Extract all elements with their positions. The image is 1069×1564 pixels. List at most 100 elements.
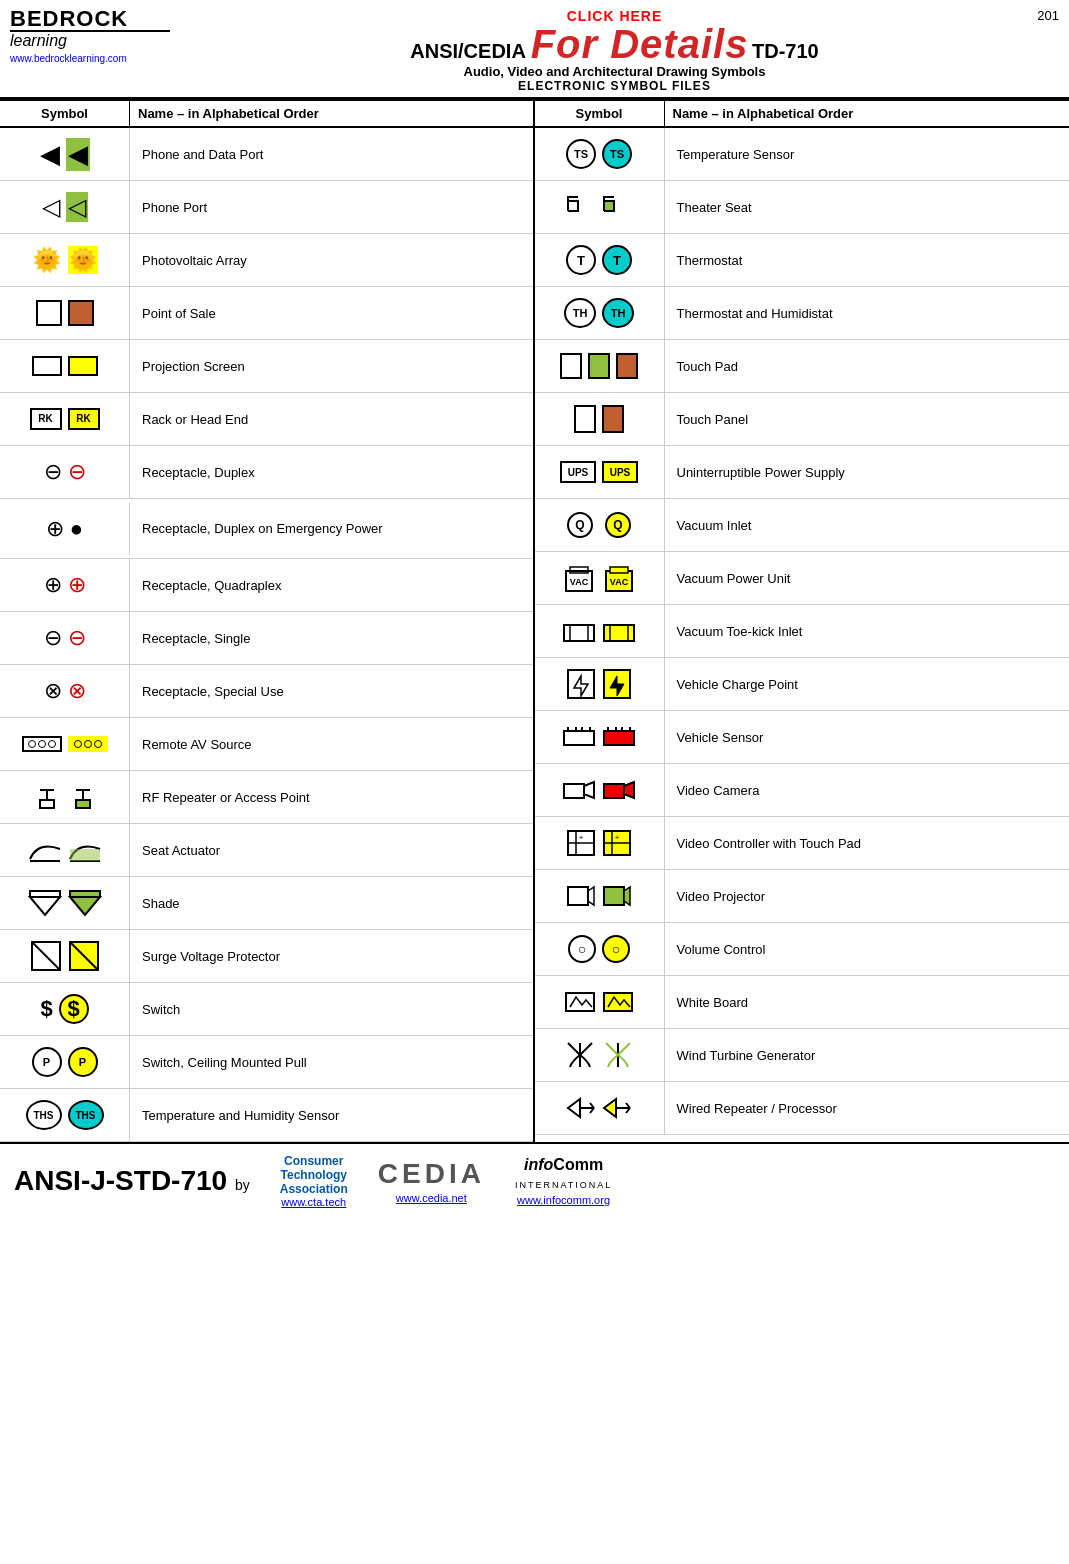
name-cell: Receptacle, Quadraplex xyxy=(130,559,533,611)
name-cell: Receptacle, Special Use xyxy=(130,665,533,717)
symbol-icon: RK xyxy=(30,408,62,430)
table-row: White Board xyxy=(535,976,1070,1029)
symbol-icon-filled xyxy=(602,776,636,804)
left-name-header: Name – in Alphabetical Order xyxy=(130,101,533,126)
symbol-cell xyxy=(535,1029,665,1081)
table-row: Projection Screen xyxy=(0,340,533,393)
name-cell: Vehicle Charge Point xyxy=(665,658,1070,710)
symbol-icon-filled2 xyxy=(616,353,638,379)
footer: ANSI-J-STD-710 by ConsumerTechnologyAsso… xyxy=(0,1142,1069,1218)
table-row: THS THS Temperature and Humidity Sensor xyxy=(0,1089,533,1142)
infocomm-label: infoComm INTERNATIONAL xyxy=(515,1156,612,1192)
symbol-cell xyxy=(0,771,130,823)
table-row: ◀ ◀ Phone and Data Port xyxy=(0,128,533,181)
footer-infocomm: infoComm INTERNATIONAL www.infocomm.org xyxy=(515,1156,612,1207)
left-col-header: Symbol Name – in Alphabetical Order xyxy=(0,101,533,128)
symbol-icon-filled xyxy=(68,300,94,326)
table-row: Shade xyxy=(0,877,533,930)
table-row: TH TH Thermostat and Humidistat xyxy=(535,287,1070,340)
name-cell: Phone Port xyxy=(130,181,533,233)
symbol-icon: ⊖ xyxy=(44,625,62,651)
name-cell: Uninterruptible Power Supply xyxy=(665,446,1070,498)
symbol-icon xyxy=(566,1095,596,1121)
name-cell: Video Projector xyxy=(665,870,1070,922)
svg-text:+: + xyxy=(615,833,620,842)
table-row: RF Repeater or Access Point xyxy=(0,771,533,824)
table-row: + + Video Controller with Touch Pad xyxy=(535,817,1070,870)
svg-text:+: + xyxy=(579,833,584,842)
table-row: VAC VAC Vacuum Power Unit xyxy=(535,552,1070,605)
cedia-link[interactable]: www.cedia.net xyxy=(396,1192,467,1204)
header-subtitle2: ELECTRONIC SYMBOL FILES xyxy=(170,79,1059,93)
table-row: ⊖ ⊖ Receptacle, Single xyxy=(0,612,533,665)
svg-rect-59 xyxy=(604,887,624,905)
page: BEDROCK learning www.bedrocklearning.com… xyxy=(0,0,1069,1218)
symbol-icon-filled: P xyxy=(68,1047,98,1077)
name-cell: Wired Repeater / Processor xyxy=(665,1082,1070,1134)
right-col-header: Symbol Name – in Alphabetical Order xyxy=(535,101,1070,128)
name-cell: Vehicle Sensor xyxy=(665,711,1070,763)
name-cell: Vacuum Inlet xyxy=(665,499,1070,551)
symbol-icon-filled: ◀ xyxy=(66,138,90,171)
table-row: Q Q Vacuum Inlet xyxy=(535,499,1070,552)
symbol-icon: ⊕ xyxy=(46,516,64,542)
symbol-icon-filled: + xyxy=(602,827,632,859)
name-cell: Switch xyxy=(130,983,533,1035)
table-row: Wind Turbine Generator xyxy=(535,1029,1070,1082)
symbol-cell xyxy=(535,764,665,816)
symbol-icon-filled xyxy=(602,617,636,645)
symbol-icon-filled xyxy=(68,837,102,863)
footer-cedia: CEDIA www.cedia.net xyxy=(378,1158,485,1205)
symbol-cell: Q Q xyxy=(535,499,665,551)
symbol-icon-filled xyxy=(602,1095,632,1121)
table-row: Vacuum Toe-kick Inlet xyxy=(535,605,1070,658)
symbol-icon-filled: ⊕ xyxy=(68,572,86,598)
symbol-icon-filled xyxy=(602,405,624,433)
svg-rect-23 xyxy=(610,567,628,573)
symbol-icon-filled: TS xyxy=(602,139,632,169)
symbol-icon: Q xyxy=(564,509,596,541)
name-cell: Projection Screen xyxy=(130,340,533,392)
symbol-icon-filled xyxy=(68,889,102,917)
infocomm-link[interactable]: www.infocomm.org xyxy=(517,1194,610,1206)
symbol-icon-filled xyxy=(68,736,108,752)
symbol-cell: TS TS xyxy=(535,128,665,180)
symbol-icon: ○ xyxy=(568,935,596,963)
symbol-icon-filled: ○ xyxy=(602,935,630,963)
symbol-cell xyxy=(535,658,665,710)
svg-marker-60 xyxy=(624,887,630,905)
symbol-icon xyxy=(32,356,62,376)
name-cell: Wind Turbine Generator xyxy=(665,1029,1070,1081)
symbol-cell xyxy=(535,605,665,657)
symbol-icon-filled xyxy=(602,723,636,751)
name-cell: Vacuum Toe-kick Inlet xyxy=(665,605,1070,657)
symbol-icon: THS xyxy=(26,1100,62,1130)
right-symbol-header: Symbol xyxy=(535,101,665,126)
symbol-icon xyxy=(574,405,596,433)
symbol-icon-filled xyxy=(68,782,98,812)
table-row: Touch Pad xyxy=(535,340,1070,393)
table-row: Point of Sale xyxy=(0,287,533,340)
logo-bedrock: BEDROCK xyxy=(10,8,170,30)
table-row: Seat Actuator xyxy=(0,824,533,877)
symbol-icon: TH xyxy=(564,298,596,328)
symbol-icon-filled xyxy=(68,940,100,972)
name-cell: Phone and Data Port xyxy=(130,128,533,180)
svg-text:Q: Q xyxy=(613,518,622,532)
symbol-icon-filled: ⊗ xyxy=(68,678,86,704)
symbol-icon-filled xyxy=(602,883,632,909)
symbol-cell: $ $ xyxy=(0,983,130,1035)
svg-marker-65 xyxy=(568,1099,580,1117)
svg-marker-48 xyxy=(624,782,634,798)
table-row: $ $ Switch xyxy=(0,983,533,1036)
symbol-icon: VAC xyxy=(562,561,596,595)
symbol-icon-filled: 🌞 xyxy=(68,246,98,274)
symbol-icon-filled xyxy=(588,353,610,379)
name-cell: Temperature and Humidity Sensor xyxy=(130,1089,533,1141)
name-cell: White Board xyxy=(665,976,1070,1028)
table-row: ⊗ ⊗ Receptacle, Special Use xyxy=(0,665,533,718)
cta-link[interactable]: www.cta.tech xyxy=(281,1196,346,1208)
table-row: Video Projector xyxy=(535,870,1070,923)
svg-rect-45 xyxy=(564,784,584,798)
logo-www: www.bedrocklearning.com xyxy=(10,53,170,64)
